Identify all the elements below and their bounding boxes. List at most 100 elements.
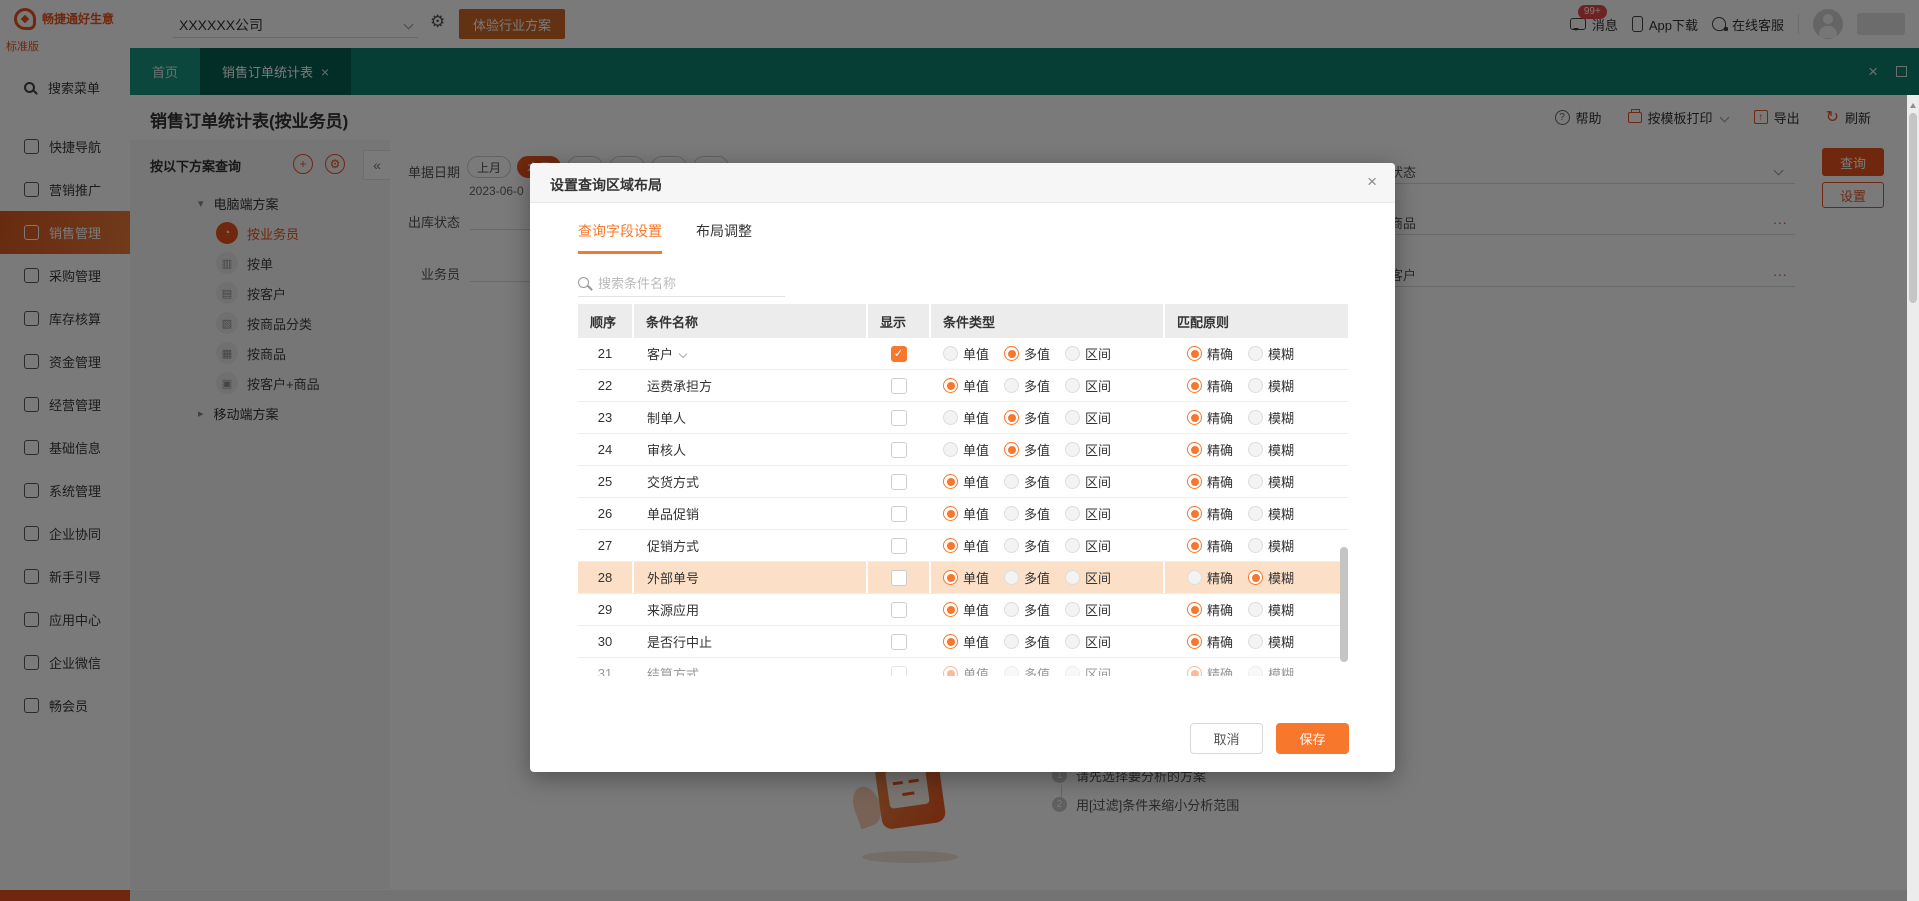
type-option[interactable]: 区间	[1065, 344, 1111, 363]
radio-unselected-icon[interactable]	[1004, 538, 1020, 553]
match-option[interactable]: 精确	[1187, 600, 1233, 619]
show-checkbox[interactable]	[890, 665, 907, 676]
radio-selected-icon[interactable]	[943, 474, 958, 489]
radio-unselected-icon[interactable]	[1248, 442, 1264, 457]
type-option[interactable]: 多值	[1004, 536, 1050, 555]
radio-selected-icon[interactable]	[1187, 634, 1202, 649]
condition-search-input[interactable]: 搜索条件名称	[578, 269, 785, 297]
radio-unselected-icon[interactable]	[1065, 346, 1081, 361]
radio-selected-icon[interactable]	[1187, 666, 1202, 676]
type-option[interactable]: 单值	[943, 344, 989, 363]
radio-unselected-icon[interactable]	[1065, 666, 1081, 676]
type-option[interactable]: 单值	[943, 600, 989, 619]
radio-selected-icon[interactable]	[943, 506, 958, 521]
modal-tab-布局调整[interactable]: 布局调整	[696, 221, 752, 254]
radio-selected-icon[interactable]	[1187, 506, 1202, 521]
type-option[interactable]: 多值	[1004, 408, 1050, 427]
type-option[interactable]: 单值	[943, 376, 989, 395]
radio-selected-icon[interactable]	[1004, 442, 1020, 457]
match-option[interactable]: 精确	[1187, 376, 1233, 395]
match-option[interactable]: 精确	[1187, 664, 1233, 676]
type-option[interactable]: 区间	[1065, 536, 1111, 555]
radio-unselected-icon[interactable]	[943, 346, 958, 361]
show-checkbox[interactable]	[890, 569, 907, 586]
show-checkbox[interactable]	[890, 441, 907, 458]
radio-unselected-icon[interactable]	[1065, 538, 1081, 553]
radio-unselected-icon[interactable]	[943, 410, 958, 425]
match-option[interactable]: 精确	[1187, 344, 1233, 363]
match-option[interactable]: 精确	[1187, 536, 1233, 555]
radio-unselected-icon[interactable]	[1004, 506, 1020, 521]
type-option[interactable]: 区间	[1065, 568, 1111, 587]
show-checkbox[interactable]	[890, 473, 907, 490]
match-option[interactable]: 模糊	[1248, 568, 1294, 587]
type-option[interactable]: 多值	[1004, 664, 1050, 676]
radio-selected-icon[interactable]	[1187, 346, 1202, 361]
radio-unselected-icon[interactable]	[1004, 474, 1020, 489]
cancel-button[interactable]: 取消	[1190, 723, 1263, 754]
match-option[interactable]: 精确	[1187, 440, 1233, 459]
type-option[interactable]: 单值	[943, 440, 989, 459]
type-option[interactable]: 区间	[1065, 504, 1111, 523]
radio-unselected-icon[interactable]	[1248, 378, 1264, 393]
radio-unselected-icon[interactable]	[1187, 570, 1202, 585]
match-option[interactable]: 精确	[1187, 632, 1233, 651]
save-button[interactable]: 保存	[1276, 723, 1349, 754]
radio-unselected-icon[interactable]	[1065, 602, 1081, 617]
radio-unselected-icon[interactable]	[1248, 410, 1264, 425]
radio-selected-icon[interactable]	[1004, 346, 1020, 361]
match-option[interactable]: 模糊	[1248, 440, 1294, 459]
radio-unselected-icon[interactable]	[1065, 378, 1081, 393]
table-scrollbar-thumb[interactable]	[1340, 547, 1348, 662]
type-option[interactable]: 区间	[1065, 664, 1111, 676]
close-icon[interactable]: ×	[1367, 172, 1377, 192]
type-option[interactable]: 区间	[1065, 376, 1111, 395]
radio-selected-icon[interactable]	[1187, 378, 1202, 393]
match-option[interactable]: 模糊	[1248, 504, 1294, 523]
show-checkbox[interactable]	[890, 505, 907, 522]
match-option[interactable]: 精确	[1187, 408, 1233, 427]
show-checkbox[interactable]	[890, 601, 907, 618]
type-option[interactable]: 多值	[1004, 472, 1050, 491]
type-option[interactable]: 区间	[1065, 600, 1111, 619]
match-option[interactable]: 精确	[1187, 568, 1233, 587]
radio-unselected-icon[interactable]	[1004, 666, 1020, 676]
match-option[interactable]: 精确	[1187, 472, 1233, 491]
radio-selected-icon[interactable]	[943, 538, 958, 553]
type-option[interactable]: 多值	[1004, 344, 1050, 363]
type-option[interactable]: 单值	[943, 632, 989, 651]
scroll-up-arrow-icon[interactable]	[1910, 100, 1916, 108]
radio-selected-icon[interactable]	[1187, 538, 1202, 553]
type-option[interactable]: 单值	[943, 664, 989, 676]
vertical-scrollbar[interactable]	[1907, 95, 1919, 901]
modal-tab-查询字段设置[interactable]: 查询字段设置	[578, 221, 662, 254]
scrollbar-thumb[interactable]	[1909, 113, 1917, 303]
type-option[interactable]: 单值	[943, 568, 989, 587]
radio-unselected-icon[interactable]	[1248, 634, 1264, 649]
show-checkbox[interactable]	[890, 633, 907, 650]
radio-selected-icon[interactable]	[1004, 410, 1020, 425]
radio-selected-icon[interactable]	[1187, 474, 1202, 489]
type-option[interactable]: 单值	[943, 504, 989, 523]
radio-selected-icon[interactable]	[943, 666, 958, 676]
radio-unselected-icon[interactable]	[1004, 378, 1020, 393]
radio-unselected-icon[interactable]	[1248, 346, 1264, 361]
type-option[interactable]: 单值	[943, 472, 989, 491]
radio-unselected-icon[interactable]	[943, 442, 958, 457]
type-option[interactable]: 区间	[1065, 440, 1111, 459]
radio-selected-icon[interactable]	[943, 378, 958, 393]
show-checkbox[interactable]	[890, 537, 907, 554]
radio-selected-icon[interactable]	[1187, 602, 1202, 617]
type-option[interactable]: 多值	[1004, 568, 1050, 587]
type-option[interactable]: 多值	[1004, 376, 1050, 395]
match-option[interactable]: 模糊	[1248, 408, 1294, 427]
radio-selected-icon[interactable]	[1187, 410, 1202, 425]
match-option[interactable]: 模糊	[1248, 600, 1294, 619]
radio-unselected-icon[interactable]	[1065, 474, 1081, 489]
type-option[interactable]: 多值	[1004, 504, 1050, 523]
radio-unselected-icon[interactable]	[1248, 666, 1264, 676]
radio-unselected-icon[interactable]	[1248, 538, 1264, 553]
match-option[interactable]: 模糊	[1248, 376, 1294, 395]
radio-unselected-icon[interactable]	[1065, 442, 1081, 457]
radio-selected-icon[interactable]	[943, 634, 958, 649]
